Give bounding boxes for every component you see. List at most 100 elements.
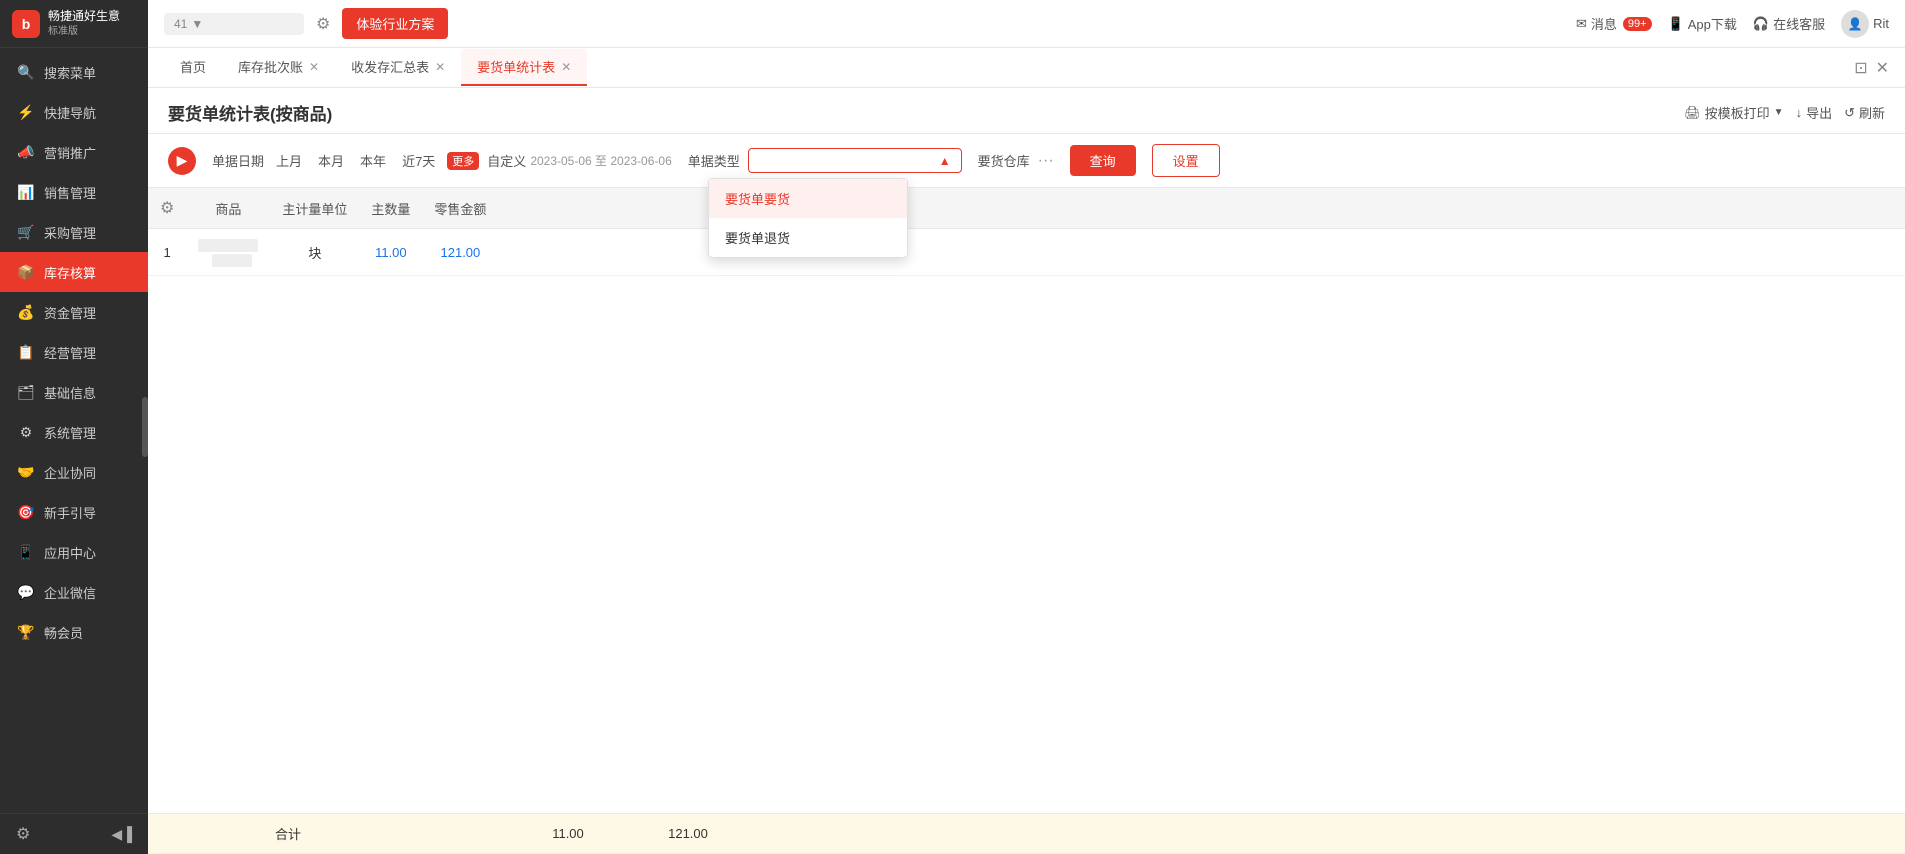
sidebar-item-shortcuts[interactable]: ⚡ 快捷导航 xyxy=(0,92,148,132)
sidebar-item-purchase[interactable]: 🛒 采购管理 xyxy=(0,212,148,252)
sidebar-item-system[interactable]: ⚙ 系统管理 xyxy=(0,412,148,452)
export-btn[interactable]: ↓ 导出 xyxy=(1796,103,1833,122)
date-btn-custom[interactable]: 自定义 xyxy=(487,151,526,170)
tab-close-order-summary[interactable]: ✕ xyxy=(561,61,571,73)
settings-icon[interactable]: ⚙ xyxy=(16,824,30,844)
top-header: 41 ▼ ⚙ 体验行业方案 ✉ 消息 99+ 📱 App下载 🎧 在线客服 👤 xyxy=(148,0,1905,48)
type-input[interactable] xyxy=(759,153,939,168)
date-filter-group: 单据日期 上月 本月 本年 近7天 更多 自定义 2023-05-06 至 20… xyxy=(212,149,672,172)
sidebar-item-label: 经营管理 xyxy=(44,343,96,362)
refresh-btn[interactable]: ↺ 刷新 xyxy=(1844,103,1885,122)
print-btn[interactable]: 🖨 按模板打印 ▼ xyxy=(1684,103,1783,122)
store-selector[interactable]: 41 ▼ xyxy=(164,13,304,35)
trial-btn[interactable]: 体验行业方案 xyxy=(342,8,448,39)
print-chevron-down-icon: ▼ xyxy=(1774,107,1784,118)
sidebar-item-marketing[interactable]: 📣 营销推广 xyxy=(0,132,148,172)
sidebar-item-search[interactable]: 🔍 搜索菜单 xyxy=(0,52,148,92)
summary-amount: 121.00 xyxy=(628,814,748,854)
phone-icon: 📱 xyxy=(1668,16,1684,32)
col-quantity: 主数量 xyxy=(359,188,422,229)
sidebar-item-label: 销售管理 xyxy=(44,183,96,202)
guide-icon: 🎯 xyxy=(16,502,36,522)
user-avatar[interactable]: 👤 Rit xyxy=(1841,10,1889,38)
tab-close-shipment-summary[interactable]: ✕ xyxy=(435,61,445,73)
app-download-btn[interactable]: 📱 App下载 xyxy=(1668,14,1737,33)
sidebar-item-operations[interactable]: 📋 经营管理 xyxy=(0,332,148,372)
sidebar-item-wechat[interactable]: 💬 企业微信 xyxy=(0,572,148,612)
date-btn-last-month[interactable]: 上月 xyxy=(272,149,306,172)
search-icon: 🔍 xyxy=(16,62,36,82)
summary-rest xyxy=(748,814,1905,854)
summary-quantity: 11.00 xyxy=(508,814,628,854)
sidebar: b 畅捷通好生意 标准版 🔍 搜索菜单 ⚡ 快捷导航 📣 营销推广 📊 销售管理… xyxy=(0,0,148,854)
tab-close-inventory-batch[interactable]: ✕ xyxy=(309,61,319,73)
message-btn[interactable]: ✉ 消息 99+ xyxy=(1576,14,1652,33)
summary-label: 合计 xyxy=(188,814,388,854)
date-shortcuts: 上月 本月 本年 近7天 更多 自定义 xyxy=(272,149,526,172)
message-icon: ✉ xyxy=(1576,16,1587,32)
col-settings-icon[interactable]: ⚙ xyxy=(160,200,174,217)
row-unit: 块 xyxy=(270,229,359,276)
sidebar-item-label: 搜索菜单 xyxy=(44,63,96,82)
row-quantity[interactable]: 11.00 xyxy=(359,229,422,276)
sidebar-item-vip[interactable]: 🏆 畅会员 xyxy=(0,612,148,652)
operations-icon: 📋 xyxy=(16,342,36,362)
sidebar-item-finance[interactable]: 💰 资金管理 xyxy=(0,292,148,332)
wechat-icon: 💬 xyxy=(16,582,36,602)
message-badge: 99+ xyxy=(1623,17,1652,31)
sidebar-item-enterprise[interactable]: 🤝 企业协同 xyxy=(0,452,148,492)
system-icon: ⚙ xyxy=(16,422,36,442)
tab-maximize-icon[interactable]: ⊡ xyxy=(1854,58,1867,78)
setting-btn[interactable]: 设置 xyxy=(1152,144,1220,177)
sidebar-item-label: 采购管理 xyxy=(44,223,96,242)
sidebar-item-label: 快捷导航 xyxy=(44,103,96,122)
sidebar-item-sales[interactable]: 📊 销售管理 xyxy=(0,172,148,212)
summary-unit xyxy=(388,814,508,854)
col-unit: 主计量单位 xyxy=(270,188,359,229)
dropdown-item-purchase[interactable]: 要货单要货 xyxy=(709,179,907,218)
marketing-icon: 📣 xyxy=(16,142,36,162)
service-btn[interactable]: 🎧 在线客服 xyxy=(1753,14,1825,33)
dropdown-item-return[interactable]: 要货单退货 xyxy=(709,218,907,257)
type-select-chevron-icon: ▲ xyxy=(939,154,951,168)
sidebar-bottom[interactable]: ⚙ ◀▐ xyxy=(0,813,148,854)
date-btn-this-year[interactable]: 本年 xyxy=(356,149,390,172)
table-row: 1 块 11.00 121.00 xyxy=(148,229,1905,276)
sidebar-scrollbar[interactable] xyxy=(142,397,148,457)
inventory-icon: 📦 xyxy=(16,262,36,282)
sidebar-item-label: 企业协同 xyxy=(44,463,96,482)
row-no: 1 xyxy=(148,229,186,276)
sidebar-container: b 畅捷通好生意 标准版 🔍 搜索菜单 ⚡ 快捷导航 📣 营销推广 📊 销售管理… xyxy=(0,0,148,854)
summary-row: 合计 11.00 121.00 xyxy=(148,814,1905,854)
date-more-badge[interactable]: 更多 xyxy=(447,152,479,170)
header-settings-icon[interactable]: ⚙ xyxy=(316,14,330,34)
sidebar-item-inventory[interactable]: 📦 库存核算 xyxy=(0,252,148,292)
row-amount[interactable]: 121.00 xyxy=(422,229,498,276)
tab-home[interactable]: 首页 xyxy=(164,49,222,86)
sidebar-item-basic[interactable]: 🗂 基础信息 xyxy=(0,372,148,412)
table-container: ⚙ 商品 主计量单位 主数量 零售金额 1 块 xyxy=(148,188,1905,813)
warehouse-more-icon[interactable]: ··· xyxy=(1038,152,1054,170)
type-label: 单据类型 xyxy=(688,151,740,170)
filter-toggle-btn[interactable]: ▶ xyxy=(168,147,196,175)
sidebar-item-guide[interactable]: 🎯 新手引导 xyxy=(0,492,148,532)
sidebar-item-label: 新手引导 xyxy=(44,503,96,522)
sidebar-item-label: 应用中心 xyxy=(44,543,96,562)
tab-shipment-summary[interactable]: 收发存汇总表 ✕ xyxy=(335,49,461,86)
tab-close-all-icon[interactable]: ✕ xyxy=(1876,58,1889,78)
query-btn[interactable]: 查询 xyxy=(1070,145,1136,176)
vip-icon: 🏆 xyxy=(16,622,36,642)
collapse-icon[interactable]: ◀▐ xyxy=(111,826,132,843)
tab-order-summary[interactable]: 要货单统计表 ✕ xyxy=(461,49,587,86)
tab-inventory-batch[interactable]: 库存批次账 ✕ xyxy=(222,49,335,86)
warehouse-label: 要货仓库 xyxy=(978,151,1030,170)
type-dropdown: 要货单要货 要货单退货 xyxy=(708,178,908,258)
type-select[interactable]: ▲ xyxy=(748,148,962,173)
sidebar-item-apps[interactable]: 📱 应用中心 xyxy=(0,532,148,572)
tab-bar: 首页 库存批次账 ✕ 收发存汇总表 ✕ 要货单统计表 ✕ ⊡ ✕ xyxy=(148,48,1905,88)
date-btn-7days[interactable]: 近7天 xyxy=(398,149,439,172)
col-settings: ⚙ xyxy=(148,188,186,229)
store-chevron[interactable]: ▼ xyxy=(191,17,203,31)
purchase-icon: 🛒 xyxy=(16,222,36,242)
date-btn-this-month[interactable]: 本月 xyxy=(314,149,348,172)
